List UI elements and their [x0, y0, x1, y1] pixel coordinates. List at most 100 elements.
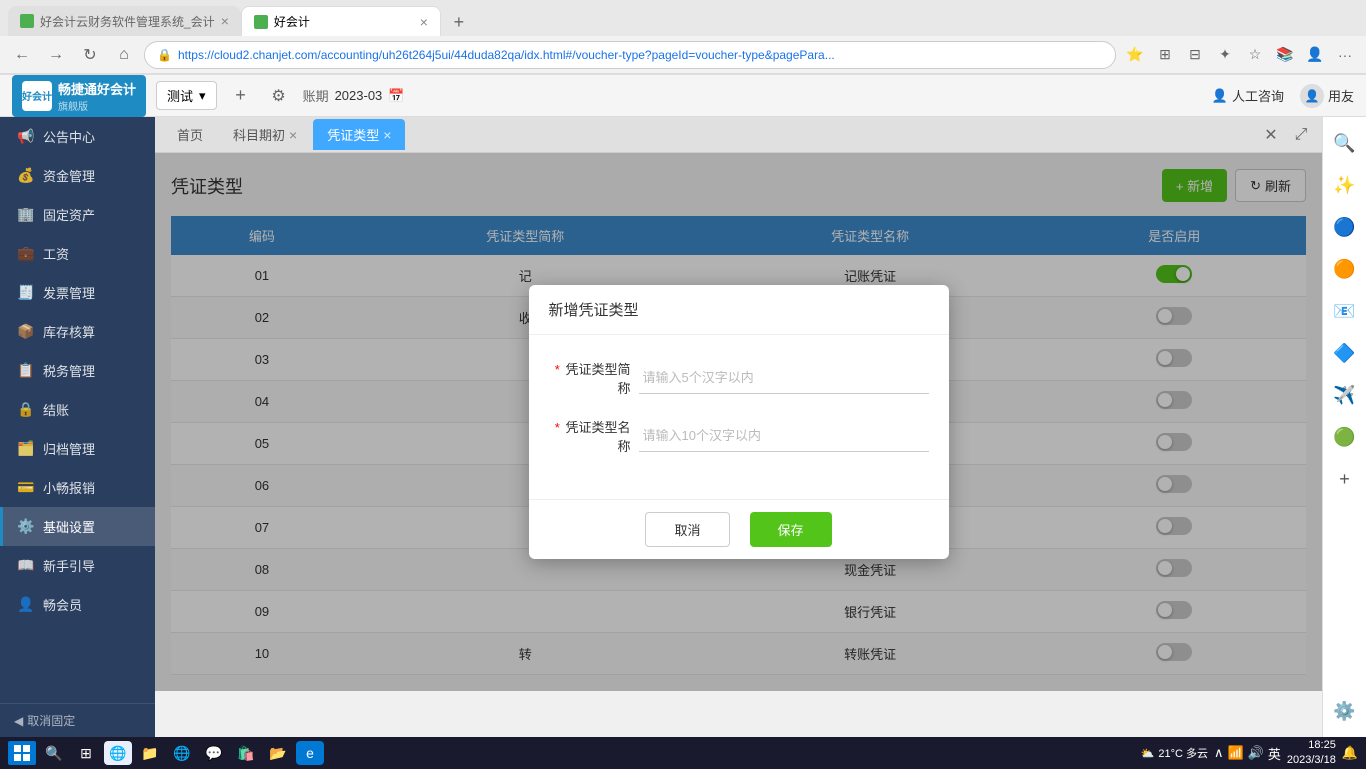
guide-icon: 📖: [17, 557, 35, 575]
right-outlook-icon[interactable]: 📧: [1327, 293, 1363, 329]
workspace-name: 测试: [167, 86, 193, 105]
settings-icon[interactable]: ⚙: [265, 82, 293, 110]
sidebar-item-settings[interactable]: ⚙️ 基础设置: [0, 507, 155, 546]
right-add-button[interactable]: +: [1327, 461, 1363, 497]
sidebar-item-invoice[interactable]: 🧾 发票管理: [0, 273, 155, 312]
save-button[interactable]: 保存: [750, 512, 832, 547]
invoice-icon: 🧾: [17, 284, 35, 302]
sidebar-item-payroll[interactable]: 💼 工资: [0, 234, 155, 273]
notification-icon[interactable]: 🔔: [1342, 745, 1358, 761]
taskbar-search[interactable]: 🔍: [40, 741, 68, 765]
extensions-icon[interactable]: ⭐: [1122, 42, 1148, 68]
favorites-icon[interactable]: ☆: [1242, 42, 1268, 68]
name-input[interactable]: [639, 420, 929, 452]
browser-toolbar: ⭐ ⊞ ⊟ ✦ ☆ 📚 👤 ···: [1122, 42, 1358, 68]
consult-button[interactable]: 👤 人工咨询: [1212, 86, 1284, 105]
taskbar-task-view[interactable]: ⊞: [72, 741, 100, 765]
taskbar-edge[interactable]: 🌐: [104, 741, 132, 765]
taskbar-edge2[interactable]: e: [296, 741, 324, 765]
right-ai-icon[interactable]: ✨: [1327, 167, 1363, 203]
tab-groups-icon[interactable]: ⊞: [1152, 42, 1178, 68]
consult-label: 人工咨询: [1232, 86, 1284, 105]
right-send-icon[interactable]: ✈️: [1327, 377, 1363, 413]
panel-toggle: ✕ ⤢: [1258, 122, 1314, 148]
right-edge-icon[interactable]: 🔵: [1327, 209, 1363, 245]
sidebar-item-label-inventory: 库存核算: [43, 322, 95, 341]
sidebar-item-label-fund: 资金管理: [43, 166, 95, 185]
sidebar-item-guide[interactable]: 📖 新手引导: [0, 546, 155, 585]
name-label: * 凭证类型名称: [549, 417, 639, 455]
cancel-button[interactable]: 取消: [645, 512, 729, 547]
period-value: 2023-03: [335, 88, 383, 103]
forward-button[interactable]: →: [42, 41, 70, 69]
sidebar-item-fund[interactable]: 💰 资金管理: [0, 156, 155, 195]
collections-icon[interactable]: 📚: [1272, 42, 1298, 68]
right-search-icon[interactable]: 🔍: [1327, 125, 1363, 161]
sidebar-item-member[interactable]: 👤 畅会员: [0, 585, 155, 624]
back-button[interactable]: ←: [8, 41, 36, 69]
add-workspace-button[interactable]: +: [227, 82, 255, 110]
cancel-fixed-button[interactable]: ◀ 取消固定: [14, 712, 141, 729]
sidebar-item-close[interactable]: 🔒 结账: [0, 390, 155, 429]
content-with-panel: 首页 科目期初 × 凭证类型 × ✕ ⤢ 凭证: [155, 117, 1366, 737]
sys-expand-icon[interactable]: ∧: [1214, 745, 1224, 761]
tab-close-1[interactable]: ×: [221, 13, 229, 29]
taskbar-wechat[interactable]: 💬: [200, 741, 228, 765]
split-icon[interactable]: ⊟: [1182, 42, 1208, 68]
tab-period-close[interactable]: ×: [289, 127, 297, 143]
menu-icon[interactable]: ···: [1332, 42, 1358, 68]
user-label: 用友: [1328, 86, 1354, 105]
user-button[interactable]: 👤 用友: [1300, 84, 1354, 108]
volume-icon[interactable]: 🔊: [1248, 745, 1264, 761]
workspace-selector[interactable]: 测试 ▾: [156, 81, 217, 110]
expand-panel-button[interactable]: ⤢: [1288, 122, 1314, 148]
tab-voucher-close[interactable]: ×: [383, 127, 391, 143]
sidebar-item-archive[interactable]: 🗂️ 归档管理: [0, 429, 155, 468]
taskbar-explorer[interactable]: 📁: [136, 741, 164, 765]
app-logo[interactable]: 好会计 畅捷通好会计 旗舰版: [12, 75, 146, 117]
new-tab-button[interactable]: +: [445, 8, 473, 36]
ai-icon[interactable]: ✦: [1212, 42, 1238, 68]
page-body: 凭证类型 + 新增 ↻ 刷新 编码: [155, 153, 1322, 691]
address-input[interactable]: 🔒 https://cloud2.chanjet.com/accounting/…: [144, 41, 1116, 69]
sidebar-item-label-archive: 归档管理: [43, 439, 95, 458]
form-row-abbr: * 凭证类型简称: [549, 359, 929, 397]
sidebar-item-announcement[interactable]: 📢 公告中心: [0, 117, 155, 156]
right-panel: 🔍 ✨ 🔵 🟠 📧 🔷 ✈️ 🟢 + ⚙️: [1322, 117, 1366, 737]
sidebar-item-label-invoice: 发票管理: [43, 283, 95, 302]
tab-voucher[interactable]: 凭证类型 ×: [313, 119, 405, 150]
browser-tab-2[interactable]: 好会计 ×: [241, 6, 441, 36]
start-button[interactable]: [8, 741, 36, 765]
sidebar-item-inventory[interactable]: 📦 库存核算: [0, 312, 155, 351]
sidebar-item-tax[interactable]: 📋 税务管理: [0, 351, 155, 390]
tab-home[interactable]: 首页: [163, 119, 217, 150]
close-panel-button[interactable]: ✕: [1258, 122, 1284, 148]
calendar-icon[interactable]: 📅: [388, 88, 404, 104]
tab-close-2[interactable]: ×: [420, 14, 428, 30]
abbr-input[interactable]: [639, 362, 929, 394]
main-layout: 📢 公告中心 💰 资金管理 🏢 固定资产 💼 工资 🧾 发票管理 📦 库: [0, 117, 1366, 737]
right-teams-icon[interactable]: 🔷: [1327, 335, 1363, 371]
app-header: 好会计 畅捷通好会计 旗舰版 测试 ▾ + ⚙ 账期 2023-03 📅 👤 人…: [0, 75, 1366, 117]
taskbar-files[interactable]: 📂: [264, 741, 292, 765]
tab-period[interactable]: 科目期初 ×: [219, 119, 311, 150]
sidebar-item-expense[interactable]: 💳 小畅报销: [0, 468, 155, 507]
inventory-icon: 📦: [17, 323, 35, 341]
tab-bar: 好会计云财务软件管理系统_会计 × 好会计 × +: [0, 0, 1366, 36]
lang-icon[interactable]: 英: [1268, 744, 1281, 763]
browser-tab-1[interactable]: 好会计云财务软件管理系统_会计 ×: [8, 6, 241, 36]
expense-icon: 💳: [17, 479, 35, 497]
home-button[interactable]: ⌂: [110, 41, 138, 69]
profile-icon[interactable]: 👤: [1302, 42, 1328, 68]
right-discover-icon[interactable]: 🟠: [1327, 251, 1363, 287]
refresh-button[interactable]: ↻: [76, 41, 104, 69]
taskbar-time[interactable]: 18:25 2023/3/18: [1287, 738, 1336, 769]
sidebar-item-label-payroll: 工资: [43, 244, 69, 263]
taskbar-chrome[interactable]: 🌐: [168, 741, 196, 765]
taskbar-store[interactable]: 🛍️: [232, 741, 260, 765]
network-icon[interactable]: 📶: [1227, 745, 1243, 761]
sidebar-item-fixed-assets[interactable]: 🏢 固定资产: [0, 195, 155, 234]
right-store-icon[interactable]: 🟢: [1327, 419, 1363, 455]
logo-icon: 好会计: [22, 81, 52, 111]
right-settings-icon[interactable]: ⚙️: [1327, 693, 1363, 729]
